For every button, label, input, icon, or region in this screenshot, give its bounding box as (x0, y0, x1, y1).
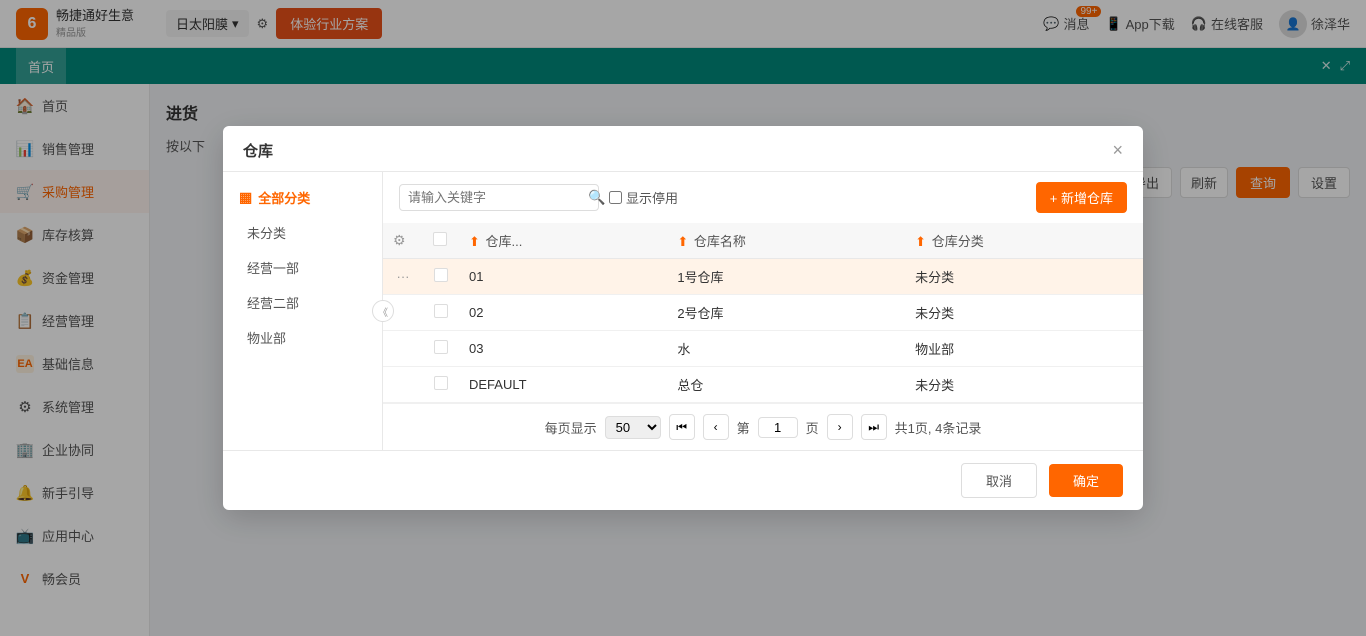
row-code: 01 (459, 259, 667, 295)
row-gear-cell (383, 331, 423, 367)
row-checkbox[interactable] (434, 304, 448, 318)
modal-close-button[interactable]: × (1112, 140, 1123, 161)
row-category: 未分类 (905, 259, 1143, 295)
search-icon: 🔍 (588, 189, 605, 206)
row-name: 1号仓库 (667, 259, 905, 295)
warehouse-modal: 仓库 × ▦ 全部分类 未分类 经营一部 经营二部 (223, 126, 1143, 510)
modal-body: ▦ 全部分类 未分类 经营一部 经营二部 物业部 《 (223, 172, 1143, 450)
row-category: 未分类 (905, 367, 1143, 403)
row-checkbox[interactable] (434, 340, 448, 354)
row-checkbox[interactable] (434, 268, 448, 282)
search-input-wrap: 🔍 (399, 184, 599, 211)
table-row[interactable]: DEFAULT 总仓 未分类 (383, 367, 1143, 403)
row-check-cell (423, 295, 459, 331)
table-body: ··· 01 1号仓库 未分类 02 2号仓库 未分类 (383, 259, 1143, 403)
category-ops2[interactable]: 经营二部 (223, 285, 382, 320)
row-check-cell (423, 367, 459, 403)
page-size-select[interactable]: 50 10 20 100 (605, 416, 661, 439)
row-name: 水 (667, 331, 905, 367)
total-info: 共1页, 4条记录 (895, 418, 982, 437)
modal-overlay: 仓库 × ▦ 全部分类 未分类 经营一部 经营二部 (0, 0, 1366, 636)
page-number-input[interactable] (758, 417, 798, 438)
pagination-bar: 每页显示 50 10 20 100 ⏮ ‹ 第 页 › ⏭ 共1页, 4条记录 (383, 403, 1143, 450)
row-checkbox[interactable] (434, 376, 448, 390)
row-code: 03 (459, 331, 667, 367)
col-header-category: ⬆ 仓库分类 (905, 223, 1143, 259)
row-name: 总仓 (667, 367, 905, 403)
show-disabled-checkbox[interactable] (609, 191, 622, 204)
last-page-button[interactable]: ⏭ (861, 414, 887, 440)
row-check-cell (423, 259, 459, 295)
modal-title: 仓库 (243, 140, 273, 161)
row-more-icon[interactable]: ··· (397, 269, 410, 284)
show-disabled-wrap: 显示停用 (609, 188, 678, 207)
next-page-button[interactable]: › (827, 414, 853, 440)
sort-icon-category: ⬆ (915, 234, 926, 249)
row-check-cell (423, 331, 459, 367)
confirm-button[interactable]: 确定 (1049, 464, 1123, 497)
category-property[interactable]: 物业部 (223, 320, 382, 355)
prev-page-button[interactable]: ‹ (703, 414, 729, 440)
table-panel: 🔍 显示停用 + 新增仓库 ⚙ (383, 172, 1143, 450)
page-size-label: 每页显示 (545, 418, 597, 437)
table-toolbar: 🔍 显示停用 + 新增仓库 (383, 172, 1143, 223)
table-row[interactable]: ··· 01 1号仓库 未分类 (383, 259, 1143, 295)
category-all[interactable]: ▦ 全部分类 (223, 180, 382, 215)
row-code: 02 (459, 295, 667, 331)
row-code: DEFAULT (459, 367, 667, 403)
cancel-button[interactable]: 取消 (961, 463, 1037, 498)
table-row[interactable]: 02 2号仓库 未分类 (383, 295, 1143, 331)
table-row[interactable]: 03 水 物业部 (383, 331, 1143, 367)
col-header-code: ⬆ 仓库... (459, 223, 667, 259)
col-header-gear: ⚙ (383, 223, 423, 259)
row-name: 2号仓库 (667, 295, 905, 331)
col-header-check (423, 223, 459, 259)
modal-footer: 取消 确定 (223, 450, 1143, 510)
collapse-panel-button[interactable]: 《 (372, 300, 394, 322)
table-head: ⚙ ⬆ 仓库... ⬆ (383, 223, 1143, 259)
sort-icon-name: ⬆ (677, 234, 688, 249)
table-scroll: ⚙ ⬆ 仓库... ⬆ (383, 223, 1143, 403)
show-disabled-label: 显示停用 (626, 188, 678, 207)
row-gear-cell (383, 367, 423, 403)
warehouse-table: ⚙ ⬆ 仓库... ⬆ (383, 223, 1143, 403)
header-checkbox[interactable] (433, 232, 447, 246)
first-page-button[interactable]: ⏮ (669, 414, 695, 440)
category-all-label: 全部分类 (258, 188, 310, 207)
sort-icon-code: ⬆ (469, 234, 480, 249)
search-input[interactable] (408, 190, 584, 205)
row-category: 物业部 (905, 331, 1143, 367)
category-ops1[interactable]: 经营一部 (223, 250, 382, 285)
modal-header: 仓库 × (223, 126, 1143, 172)
add-warehouse-button[interactable]: + 新增仓库 (1036, 182, 1127, 213)
category-unclassified[interactable]: 未分类 (223, 215, 382, 250)
row-gear-cell: ··· (383, 259, 423, 295)
category-panel: ▦ 全部分类 未分类 经营一部 经营二部 物业部 《 (223, 172, 383, 450)
row-category: 未分类 (905, 295, 1143, 331)
col-header-name: ⬆ 仓库名称 (667, 223, 905, 259)
gear-header-icon[interactable]: ⚙ (393, 232, 406, 248)
grid-icon: ▦ (239, 189, 252, 206)
